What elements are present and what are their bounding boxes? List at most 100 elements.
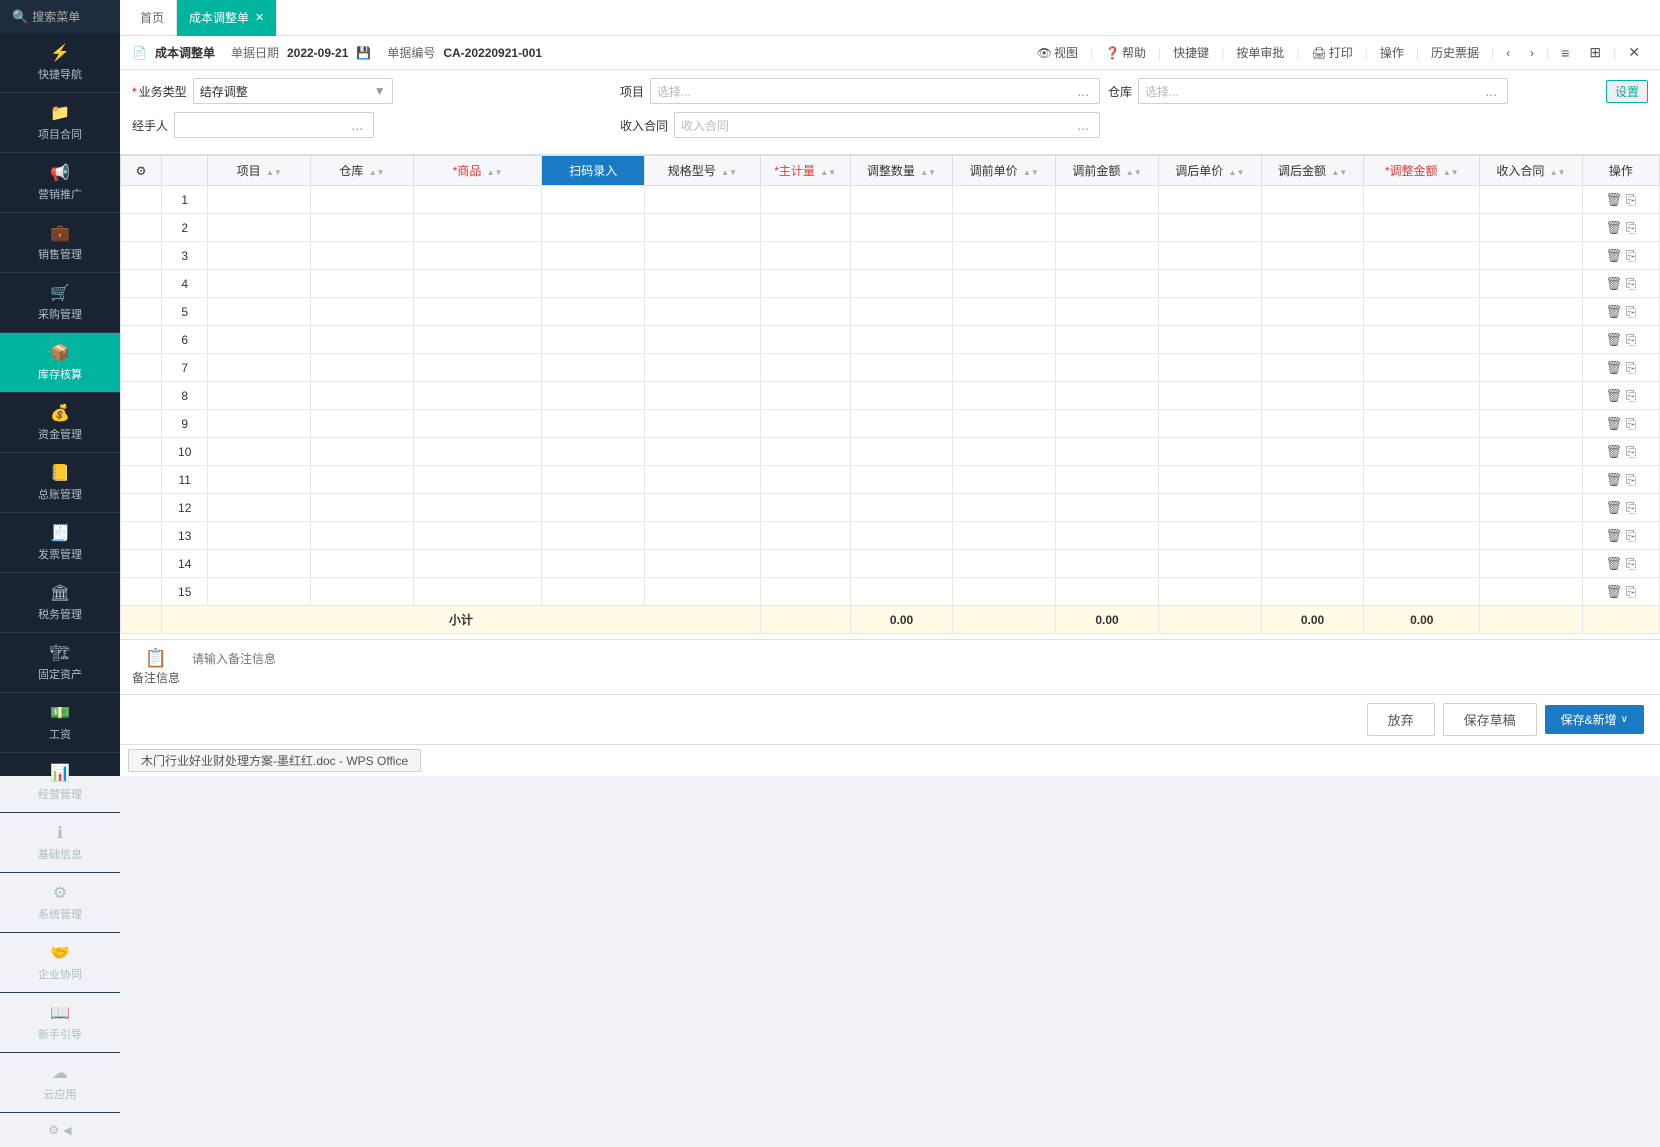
sidebar-item-enterprise-collab[interactable]: 🤝企业协同 — [0, 933, 120, 993]
row-scan-cell[interactable] — [542, 326, 645, 354]
row-adj-qty-cell[interactable] — [850, 186, 953, 214]
row-unit-cell[interactable] — [760, 522, 850, 550]
save-new-button[interactable]: 保存&新增 ∨ — [1545, 705, 1644, 734]
row-project-cell[interactable] — [208, 466, 311, 494]
row-price-before-cell[interactable] — [953, 214, 1056, 242]
row-amt-after-cell[interactable] — [1261, 270, 1364, 298]
row-adj-qty-cell[interactable] — [850, 578, 953, 606]
row-delete-icon[interactable]: 🗑 — [1605, 276, 1622, 292]
col-unit[interactable]: *主计量 ▲▼ — [760, 156, 850, 186]
row-delete-icon[interactable]: 🗑 — [1605, 388, 1622, 404]
row-delete-icon[interactable]: 🗑 — [1605, 556, 1622, 572]
row-delete-icon[interactable]: 🗑 — [1605, 192, 1622, 208]
row-adj-amt-cell[interactable] — [1364, 382, 1480, 410]
row-price-before-cell[interactable] — [953, 242, 1056, 270]
row-scan-cell[interactable] — [542, 354, 645, 382]
row-copy-icon[interactable]: ⎘ — [1626, 192, 1636, 208]
row-product-cell[interactable] — [413, 214, 541, 242]
row-unit-cell[interactable] — [760, 466, 850, 494]
row-project-cell[interactable] — [208, 382, 311, 410]
row-price-before-cell[interactable] — [953, 550, 1056, 578]
row-project-cell[interactable] — [208, 270, 311, 298]
row-price-before-cell[interactable] — [953, 578, 1056, 606]
row-amt-after-cell[interactable] — [1261, 410, 1364, 438]
row-price-after-cell[interactable] — [1158, 382, 1261, 410]
project-select[interactable]: 选择... ... — [650, 78, 1100, 104]
row-amt-after-cell[interactable] — [1261, 186, 1364, 214]
row-amt-after-cell[interactable] — [1261, 326, 1364, 354]
row-delete-icon[interactable]: 🗑 — [1605, 416, 1622, 432]
sidebar-item-quick-nav[interactable]: ⚡快捷导航 — [0, 33, 120, 93]
row-amt-before-cell[interactable] — [1056, 186, 1159, 214]
row-income-cell[interactable] — [1480, 466, 1583, 494]
row-scan-cell[interactable] — [542, 438, 645, 466]
row-warehouse-cell[interactable] — [311, 466, 414, 494]
row-warehouse-cell[interactable] — [311, 298, 414, 326]
row-price-before-cell[interactable] — [953, 494, 1056, 522]
row-adj-amt-cell[interactable] — [1364, 242, 1480, 270]
row-income-cell[interactable] — [1480, 354, 1583, 382]
row-income-cell[interactable] — [1480, 550, 1583, 578]
row-adj-qty-cell[interactable] — [850, 494, 953, 522]
row-product-cell[interactable] — [413, 466, 541, 494]
sidebar-item-tax-mgmt[interactable]: 🏛税务管理 — [0, 573, 120, 633]
row-adj-amt-cell[interactable] — [1364, 298, 1480, 326]
handler-select[interactable]: ... — [174, 112, 374, 138]
row-copy-icon[interactable]: ⎘ — [1626, 248, 1636, 264]
row-price-before-cell[interactable] — [953, 522, 1056, 550]
row-adj-amt-cell[interactable] — [1364, 326, 1480, 354]
row-amt-after-cell[interactable] — [1261, 522, 1364, 550]
row-price-after-cell[interactable] — [1158, 214, 1261, 242]
row-spec-cell[interactable] — [645, 466, 761, 494]
col-project[interactable]: 项目 ▲▼ — [208, 156, 311, 186]
row-project-cell[interactable] — [208, 522, 311, 550]
row-product-cell[interactable] — [413, 270, 541, 298]
row-amt-after-cell[interactable] — [1261, 214, 1364, 242]
nav-next-btn[interactable]: › — [1522, 44, 1542, 62]
row-copy-icon[interactable]: ⎘ — [1626, 332, 1636, 348]
row-warehouse-cell[interactable] — [311, 522, 414, 550]
income-contract-dots-btn[interactable]: ... — [1073, 117, 1093, 133]
sidebar-item-basic-info[interactable]: ℹ基础信息 — [0, 813, 120, 873]
col-price-after[interactable]: 调后单价 ▲▼ — [1158, 156, 1261, 186]
row-adj-amt-cell[interactable] — [1364, 438, 1480, 466]
row-amt-before-cell[interactable] — [1056, 410, 1159, 438]
sidebar-item-cloud-app[interactable]: ☁云应用 — [0, 1053, 120, 1113]
row-adj-qty-cell[interactable] — [850, 438, 953, 466]
row-unit-cell[interactable] — [760, 410, 850, 438]
row-amt-before-cell[interactable] — [1056, 326, 1159, 354]
row-amt-before-cell[interactable] — [1056, 550, 1159, 578]
row-unit-cell[interactable] — [760, 354, 850, 382]
tab-close-btn[interactable]: ✕ — [255, 11, 264, 24]
row-unit-cell[interactable] — [760, 270, 850, 298]
remarks-input[interactable] — [188, 648, 1648, 670]
row-delete-icon[interactable]: 🗑 — [1605, 584, 1622, 600]
row-amt-after-cell[interactable] — [1261, 354, 1364, 382]
row-price-before-cell[interactable] — [953, 410, 1056, 438]
col-adj-amt[interactable]: *调整金额 ▲▼ — [1364, 156, 1480, 186]
sidebar-item-fund-mgmt[interactable]: 💰资金管理 — [0, 393, 120, 453]
row-amt-before-cell[interactable] — [1056, 242, 1159, 270]
row-unit-cell[interactable] — [760, 382, 850, 410]
sidebar-settings-btn[interactable]: ⚙ ◀ — [0, 1113, 120, 1147]
row-warehouse-cell[interactable] — [311, 382, 414, 410]
shortcut-btn[interactable]: 快捷键 — [1165, 42, 1217, 63]
row-price-after-cell[interactable] — [1158, 186, 1261, 214]
row-unit-cell[interactable] — [760, 186, 850, 214]
save-draft-button[interactable]: 保存草稿 — [1443, 703, 1537, 736]
row-project-cell[interactable] — [208, 494, 311, 522]
row-adj-qty-cell[interactable] — [850, 214, 953, 242]
income-contract-select[interactable]: 收入合同 ... — [674, 112, 1100, 138]
row-income-cell[interactable] — [1480, 438, 1583, 466]
col-amt-after[interactable]: 调后金额 ▲▼ — [1261, 156, 1364, 186]
row-spec-cell[interactable] — [645, 382, 761, 410]
row-copy-icon[interactable]: ⎘ — [1626, 528, 1636, 544]
row-scan-cell[interactable] — [542, 382, 645, 410]
row-adj-amt-cell[interactable] — [1364, 410, 1480, 438]
row-product-cell[interactable] — [413, 578, 541, 606]
row-warehouse-cell[interactable] — [311, 438, 414, 466]
row-spec-cell[interactable] — [645, 186, 761, 214]
warehouse-dots-btn[interactable]: ... — [1481, 83, 1501, 99]
row-amt-after-cell[interactable] — [1261, 494, 1364, 522]
row-spec-cell[interactable] — [645, 438, 761, 466]
